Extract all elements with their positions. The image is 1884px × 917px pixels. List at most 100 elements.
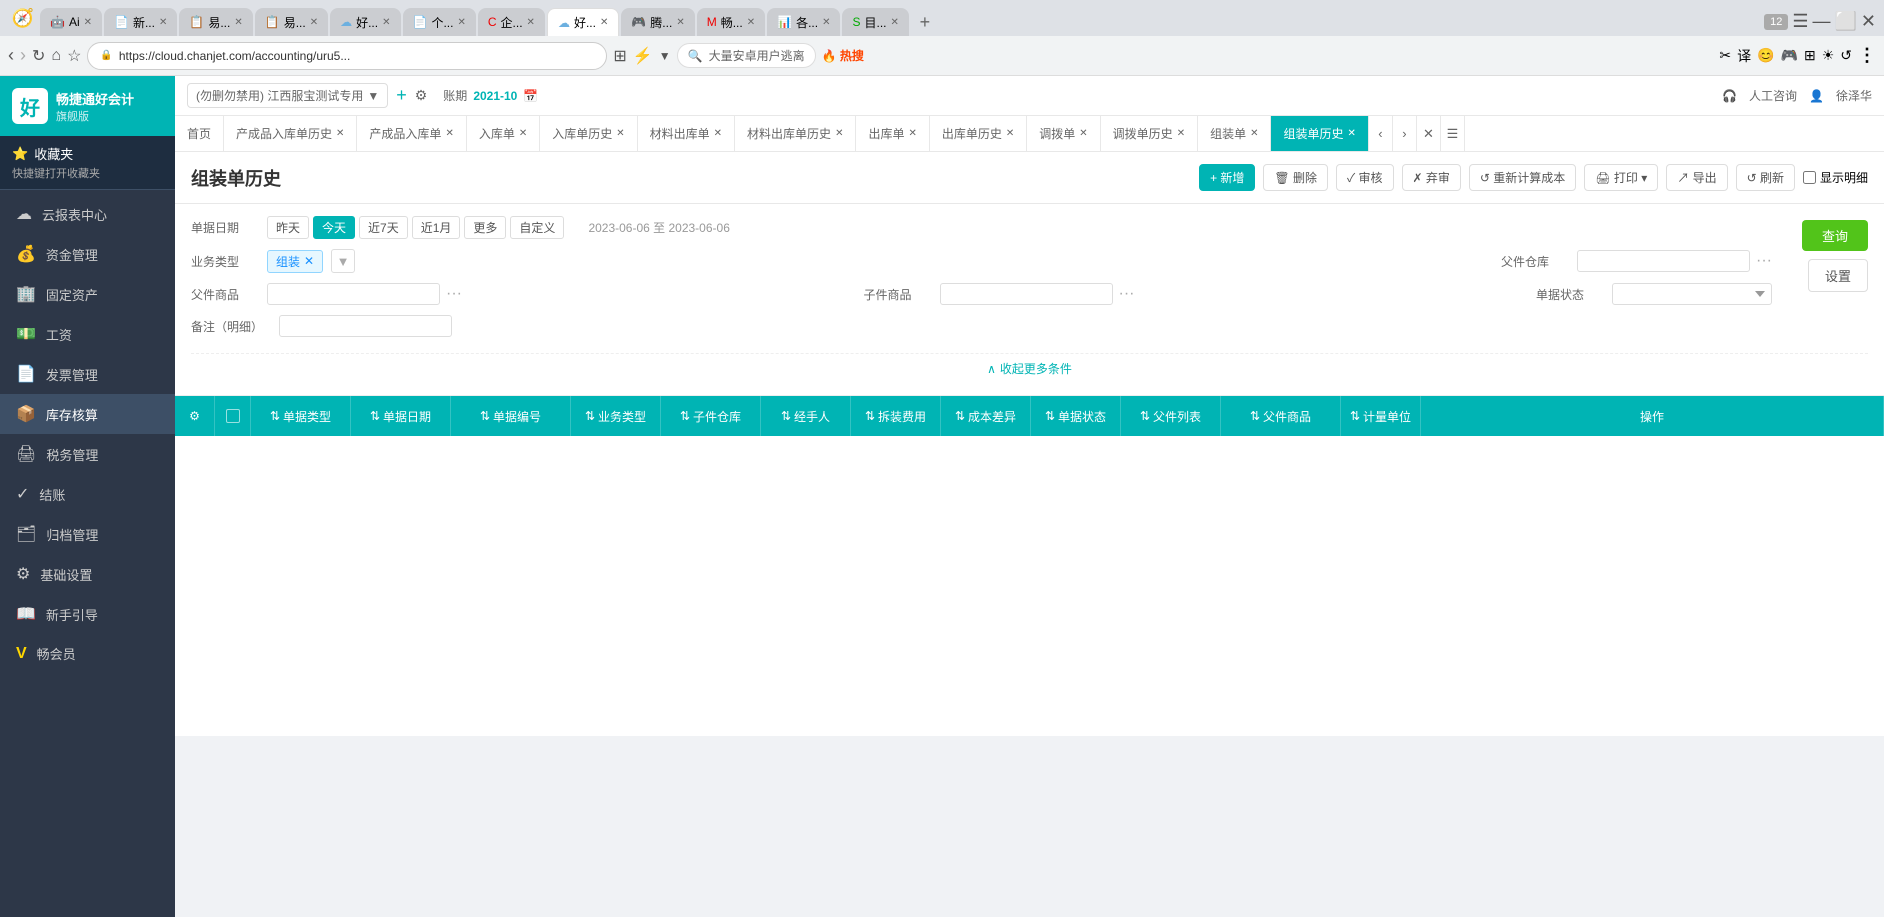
nav-tab-material-out-history[interactable]: 材料出库单历史 ✕: [735, 116, 856, 152]
tab-teng[interactable]: 🎮腾...✕: [621, 8, 694, 36]
add-button[interactable]: + 新增: [1199, 164, 1255, 191]
calendar-icon[interactable]: 📅: [523, 89, 538, 103]
sidebar-item-cloud-report[interactable]: ☁ 云报表中心: [0, 194, 175, 234]
th-type[interactable]: ⇅ 单据类型: [251, 396, 351, 436]
print-button[interactable]: 🖨 打印 ▾: [1584, 164, 1658, 191]
company-selector[interactable]: (勿删勿禁用) 江西服宝测试专用 ▼: [187, 83, 388, 108]
collapse-button[interactable]: ∧ 收起更多条件: [191, 353, 1868, 383]
bookmark-button[interactable]: ☆: [67, 46, 81, 66]
show-detail-checkbox[interactable]: [1803, 171, 1816, 184]
th-parent-goods[interactable]: ⇅ 父件商品: [1221, 396, 1341, 436]
unaudit-button[interactable]: ✗ 弃审: [1402, 164, 1461, 191]
user-label[interactable]: 徐泽华: [1836, 87, 1872, 104]
nav-tab-in-history[interactable]: 入库单历史 ✕: [540, 116, 637, 152]
nav-tab-product-in[interactable]: 产成品入库单 ✕: [357, 116, 466, 152]
nav-tab-in[interactable]: 入库单 ✕: [467, 116, 540, 152]
bill-status-select[interactable]: 未审核 已审核: [1612, 283, 1772, 305]
recalc-button[interactable]: ↺ 重新计算成本: [1469, 164, 1576, 191]
add-company-button[interactable]: +: [396, 85, 407, 106]
sidebar-item-tax[interactable]: 🖨 税务管理: [0, 434, 175, 474]
header-checkbox[interactable]: [226, 409, 240, 423]
search-bar[interactable]: 🔍大量安卓用户逃离: [677, 43, 816, 68]
query-button[interactable]: 查询: [1802, 220, 1868, 251]
new-tab-button[interactable]: +: [911, 8, 939, 36]
th-date[interactable]: ⇅ 单据日期: [351, 396, 451, 436]
tab-yi1[interactable]: 📋易...✕: [179, 8, 252, 36]
tab-close-all[interactable]: ✕: [1417, 116, 1441, 152]
nav-tab-assembly[interactable]: 组装单 ✕: [1198, 116, 1271, 152]
help-label[interactable]: 人工咨询: [1749, 87, 1797, 104]
topbar-settings-icon[interactable]: ⚙: [415, 87, 428, 104]
th-unit[interactable]: ⇅ 计量单位: [1341, 396, 1421, 436]
refresh-button[interactable]: ↺ 刷新: [1736, 164, 1795, 191]
remark-field[interactable]: [279, 315, 452, 337]
export-button[interactable]: ↗ 导出: [1666, 164, 1727, 191]
date-btn-today[interactable]: 今天: [313, 216, 355, 239]
close-icon[interactable]: ✕: [1177, 128, 1185, 139]
gear-icon[interactable]: ⚙: [189, 409, 200, 423]
parent-warehouse-dots[interactable]: ···: [1756, 252, 1772, 270]
tab-more-menu[interactable]: ☰: [1441, 116, 1465, 152]
lightning-button[interactable]: ⚡: [633, 46, 653, 66]
date-btn-more[interactable]: 更多: [464, 216, 506, 239]
child-goods-field[interactable]: [940, 283, 1113, 305]
close-icon[interactable]: ✕: [835, 128, 843, 139]
sidebar-item-checkout[interactable]: ✓ 结账: [0, 474, 175, 514]
tab-hao2[interactable]: ☁好...✕: [547, 8, 619, 36]
sidebar-item-guide[interactable]: 📖 新手引导: [0, 594, 175, 634]
sidebar-item-settings[interactable]: ⚙ 基础设置: [0, 554, 175, 594]
forward-button[interactable]: ›: [20, 45, 26, 66]
close-button[interactable]: ✕: [1861, 11, 1876, 32]
close-icon[interactable]: ✕: [714, 128, 722, 139]
th-status[interactable]: ⇅ 单据状态: [1031, 396, 1121, 436]
grid-icon[interactable]: ⊞: [1804, 47, 1816, 64]
sidebar-item-salary[interactable]: 💵 工资: [0, 314, 175, 354]
back-button[interactable]: ‹: [8, 45, 14, 66]
sidebar-item-capital[interactable]: 💰 资金管理: [0, 234, 175, 274]
tab-hao1[interactable]: ☁好...✕: [330, 8, 400, 36]
close-icon[interactable]: ✕: [1348, 128, 1356, 139]
parent-goods-input[interactable]: ···: [267, 283, 462, 305]
sidebar-item-membership[interactable]: V 畅会员: [0, 634, 175, 673]
close-icon[interactable]: ✕: [336, 128, 344, 139]
hot-icon[interactable]: 🔥 热搜: [822, 47, 864, 64]
th-settings[interactable]: ⚙: [175, 396, 215, 436]
nav-tab-material-out[interactable]: 材料出库单 ✕: [638, 116, 735, 152]
nav-tab-transfer-history[interactable]: 调拨单历史 ✕: [1101, 116, 1198, 152]
app-switcher[interactable]: ⊞: [613, 46, 626, 66]
nav-tab-assembly-history[interactable]: 组装单历史 ✕: [1271, 116, 1368, 152]
address-bar[interactable]: 🔒 https://cloud.chanjet.com/accounting/u…: [87, 42, 607, 70]
close-icon[interactable]: ✕: [616, 128, 624, 139]
tab-chang[interactable]: M畅...✕: [697, 8, 765, 36]
th-num[interactable]: ⇅ 单据编号: [451, 396, 571, 436]
translate-icon[interactable]: 译: [1737, 46, 1751, 66]
reload-button[interactable]: ↻: [32, 46, 45, 66]
date-btn-yesterday[interactable]: 昨天: [267, 216, 309, 239]
delete-button[interactable]: 🗑 删除: [1263, 164, 1328, 191]
scissors-icon[interactable]: ✂: [1719, 47, 1731, 64]
tab-yi2[interactable]: 📋易...✕: [255, 8, 328, 36]
biz-tag-close[interactable]: ✕: [304, 254, 314, 268]
close-icon[interactable]: ✕: [445, 128, 453, 139]
sun-icon[interactable]: ☀: [1822, 47, 1835, 64]
undo-icon[interactable]: ↺: [1840, 47, 1852, 64]
close-icon[interactable]: ✕: [519, 128, 527, 139]
tab-ai[interactable]: 🤖Ai✕: [40, 8, 102, 36]
parent-warehouse-field[interactable]: [1577, 250, 1750, 272]
th-biz[interactable]: ⇅ 业务类型: [571, 396, 661, 436]
date-btn-7days[interactable]: 近7天: [359, 216, 408, 239]
minimize-button[interactable]: —: [1812, 11, 1830, 32]
close-icon[interactable]: ✕: [1006, 128, 1014, 139]
window-menu-icon[interactable]: ☰: [1792, 11, 1808, 32]
tab-qi[interactable]: C企...✕: [478, 8, 545, 36]
th-cost[interactable]: ⇅ 拆装费用: [851, 396, 941, 436]
home-button[interactable]: ⌂: [51, 47, 61, 65]
close-icon[interactable]: ✕: [1079, 128, 1087, 139]
game-icon[interactable]: 🎮: [1781, 47, 1798, 64]
nav-tab-home[interactable]: 首页: [175, 116, 224, 152]
nav-tab-out-history[interactable]: 出库单历史 ✕: [930, 116, 1027, 152]
tab-ge[interactable]: 📄个...✕: [403, 8, 476, 36]
audit-button[interactable]: ✓ 审核: [1336, 164, 1394, 191]
close-icon[interactable]: ✕: [1250, 128, 1258, 139]
show-detail-checkbox-label[interactable]: 显示明细: [1803, 169, 1868, 186]
